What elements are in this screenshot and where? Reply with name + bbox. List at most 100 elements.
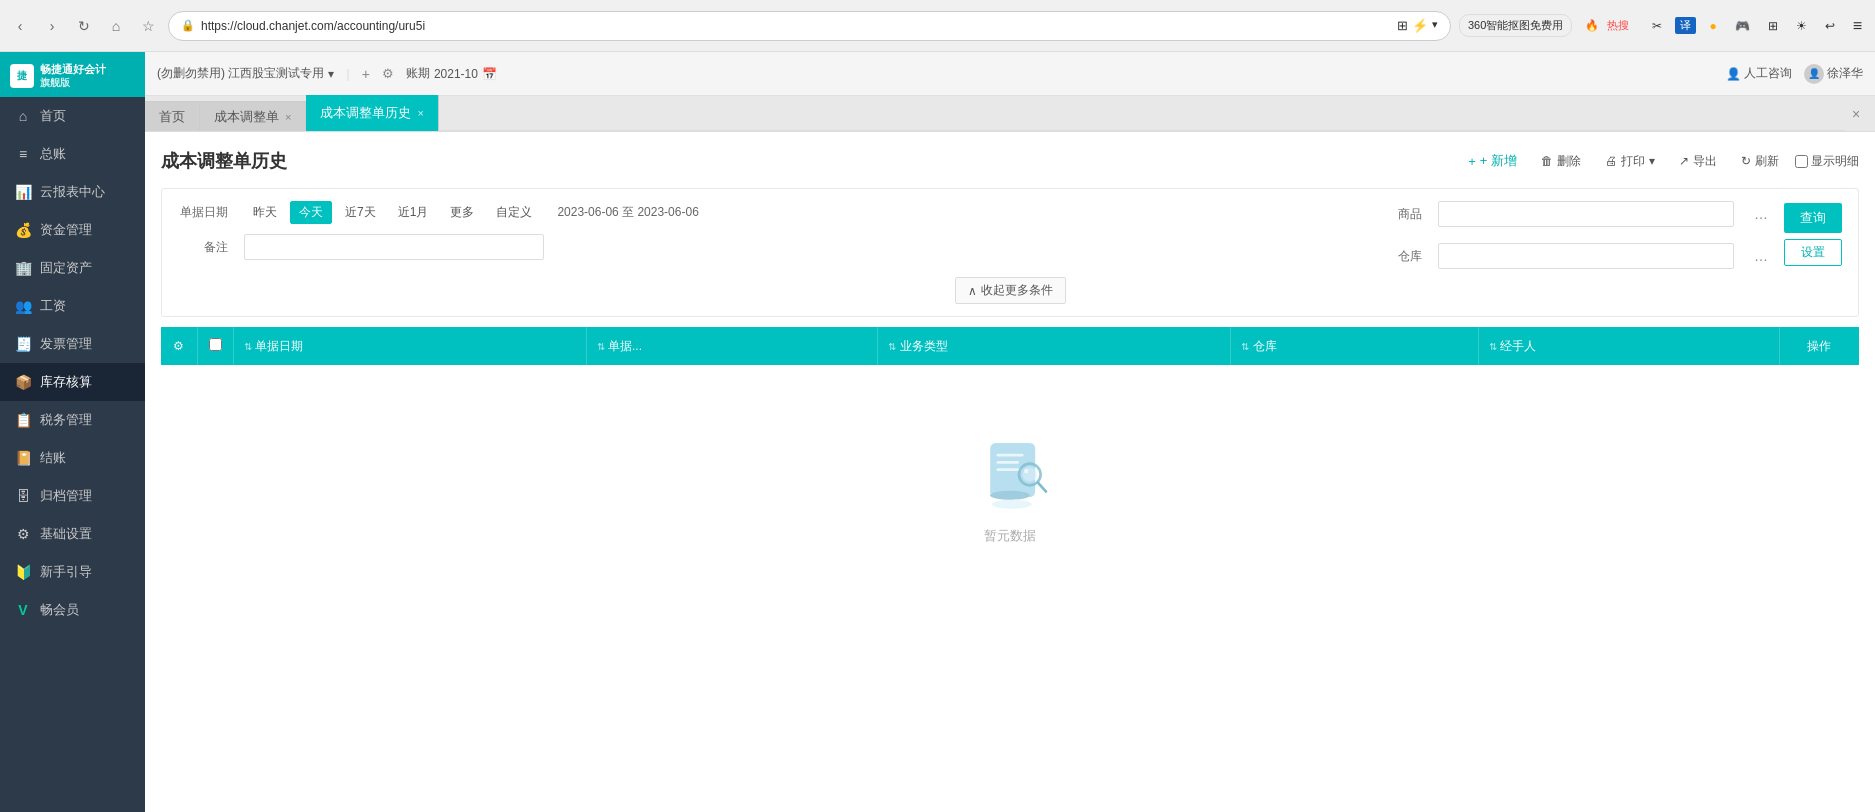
th-checkbox[interactable]	[197, 327, 233, 365]
sidebar-item-invoice[interactable]: 🧾 发票管理	[0, 325, 145, 363]
date-range: 2023-06-06 至 2023-06-06	[557, 204, 698, 221]
refresh-btn[interactable]: ↻ 刷新	[1733, 149, 1787, 174]
gamepad-icon[interactable]: 🎮	[1730, 16, 1755, 36]
ledger-icon: ≡	[14, 146, 32, 162]
company-dropdown-icon[interactable]: ▾	[328, 67, 334, 81]
logo-icon: 捷	[10, 64, 34, 88]
note-label: 备注	[178, 239, 228, 256]
chevron-down-icon[interactable]: ▾	[1432, 18, 1438, 33]
th-number[interactable]: ⇅ 单据...	[586, 327, 878, 365]
warehouse-more-icon[interactable]: …	[1750, 248, 1772, 264]
scissors-icon[interactable]: ✂	[1647, 16, 1667, 36]
flash-icon[interactable]: ⚡	[1412, 18, 1428, 33]
company-selector[interactable]: (勿删勿禁用) 江西股宝测试专用 ▾	[157, 65, 334, 82]
calendar-icon[interactable]: 📅	[482, 67, 497, 81]
warehouse-input[interactable]	[1438, 243, 1734, 269]
translate-icon[interactable]: 译	[1675, 17, 1696, 34]
svg-rect-2	[997, 454, 1024, 457]
filter-settings-button[interactable]: 设置	[1784, 239, 1842, 266]
grid-icon[interactable]: ⊞	[1763, 16, 1783, 36]
home-button[interactable]: ⌂	[104, 14, 128, 38]
address-bar[interactable]: 🔒 https://cloud.chanjet.com/accounting/u…	[168, 11, 1451, 41]
delete-icon: 🗑	[1541, 154, 1553, 168]
sidebar-item-home[interactable]: ⌂ 首页	[0, 97, 145, 135]
bookmark-button[interactable]: ☆	[136, 14, 160, 38]
back-button[interactable]: ‹	[8, 14, 32, 38]
main-content: (勿删勿禁用) 江西股宝测试专用 ▾ | + ⚙ 账期 2021-10 📅 👤 …	[145, 52, 1875, 812]
collapse-btn[interactable]: ∧ 收起更多条件	[955, 277, 1066, 304]
th-handler[interactable]: ⇅ 经手人	[1479, 327, 1779, 365]
delete-btn[interactable]: 🗑 删除	[1533, 149, 1589, 174]
tab-close-btn[interactable]: ×	[285, 111, 291, 123]
add-company-btn[interactable]: +	[362, 66, 370, 82]
export-btn[interactable]: ↗ 导出	[1671, 149, 1725, 174]
sidebar-item-tax[interactable]: 📋 税务管理	[0, 401, 145, 439]
print-btn[interactable]: 🖨 打印 ▾	[1597, 149, 1663, 174]
tab-cost-adj[interactable]: 成本调整单 ×	[200, 101, 306, 131]
tab-home[interactable]: 首页	[145, 101, 200, 131]
settings-gear-icon[interactable]: ⚙	[382, 66, 394, 81]
goods-input[interactable]	[1438, 201, 1734, 227]
sidebar-item-label: 库存核算	[40, 373, 92, 391]
sidebar-item-ledger[interactable]: ≡ 总账	[0, 135, 145, 173]
date-btn-today[interactable]: 今天	[290, 201, 332, 224]
th-warehouse[interactable]: ⇅ 仓库	[1231, 327, 1479, 365]
sidebar-item-closing[interactable]: 📔 结账	[0, 439, 145, 477]
brightness-icon[interactable]: ☀	[1791, 16, 1812, 36]
home-icon: ⌂	[14, 108, 32, 124]
sidebar-item-settings[interactable]: ⚙ 基础设置	[0, 515, 145, 553]
sidebar-logo: 捷 畅捷通好会计 旗舰版	[0, 52, 145, 97]
chevron-up-icon: ∧	[968, 284, 977, 298]
date-btn-custom[interactable]: 自定义	[487, 201, 541, 224]
window-close-btn[interactable]: ×	[1845, 103, 1867, 125]
query-button[interactable]: 查询	[1784, 203, 1842, 233]
note-input[interactable]	[244, 234, 544, 260]
apps-icon[interactable]: ⊞	[1397, 18, 1408, 33]
search-text[interactable]: 360智能抠图免费用	[1459, 14, 1572, 37]
sidebar-item-funds[interactable]: 💰 资金管理	[0, 211, 145, 249]
tab-cost-adj-history[interactable]: 成本调整单历史 ×	[306, 95, 438, 131]
invoice-icon: 🧾	[14, 336, 32, 352]
new-btn[interactable]: + + 新增	[1460, 148, 1525, 174]
tab-label: 首页	[159, 108, 185, 126]
select-all-checkbox[interactable]	[209, 338, 222, 351]
empty-row: 暂元数据	[161, 365, 1859, 605]
undo-icon[interactable]: ↩	[1820, 16, 1840, 36]
tab-bar: 首页 成本调整单 × 成本调整单历史 × ×	[145, 96, 1875, 132]
th-biz-type[interactable]: ⇅ 业务类型	[878, 327, 1231, 365]
empty-illustration	[965, 425, 1055, 515]
period-value: 2021-10	[434, 67, 478, 81]
refresh-button[interactable]: ↻	[72, 14, 96, 38]
sidebar-item-assets[interactable]: 🏢 固定资产	[0, 249, 145, 287]
sidebar-item-inventory[interactable]: 📦 库存核算	[0, 363, 145, 401]
show-cols-checkbox-label[interactable]: 显示明细	[1795, 153, 1859, 170]
svg-line-8	[1038, 483, 1046, 492]
coin-icon[interactable]: ●	[1704, 16, 1721, 36]
user-name: 徐泽华	[1827, 65, 1863, 82]
sidebar-item-reports[interactable]: 📊 云报表中心	[0, 173, 145, 211]
sidebar-item-payroll[interactable]: 👥 工资	[0, 287, 145, 325]
user-btn[interactable]: 👤 徐泽华	[1804, 64, 1863, 84]
service-btn[interactable]: 👤 人工咨询	[1726, 65, 1792, 82]
menu-icon[interactable]: ≡	[1848, 14, 1867, 38]
sidebar-item-archive[interactable]: 🗄 归档管理	[0, 477, 145, 515]
sidebar-item-guide[interactable]: 🔰 新手引导	[0, 553, 145, 591]
date-btn-yesterday[interactable]: 昨天	[244, 201, 286, 224]
goods-more-icon[interactable]: …	[1750, 206, 1772, 222]
date-btn-7days[interactable]: 近7天	[336, 201, 385, 224]
settings-icon: ⚙	[14, 526, 32, 542]
sidebar-item-label: 首页	[40, 107, 66, 125]
closing-icon: 📔	[14, 450, 32, 466]
th-date[interactable]: ⇅ 单据日期	[233, 327, 586, 365]
forward-button[interactable]: ›	[40, 14, 64, 38]
date-btn-1month[interactable]: 近1月	[389, 201, 438, 224]
sidebar-item-label: 发票管理	[40, 335, 92, 353]
sidebar-item-vip[interactable]: V 畅会员	[0, 591, 145, 629]
gear-icon: ⚙	[173, 339, 184, 353]
tab-close-btn[interactable]: ×	[417, 107, 423, 119]
date-btn-more[interactable]: 更多	[441, 201, 483, 224]
show-cols-checkbox[interactable]	[1795, 155, 1808, 168]
reports-icon: 📊	[14, 184, 32, 200]
th-settings[interactable]: ⚙	[161, 327, 197, 365]
print-dropdown-icon[interactable]: ▾	[1649, 154, 1655, 168]
